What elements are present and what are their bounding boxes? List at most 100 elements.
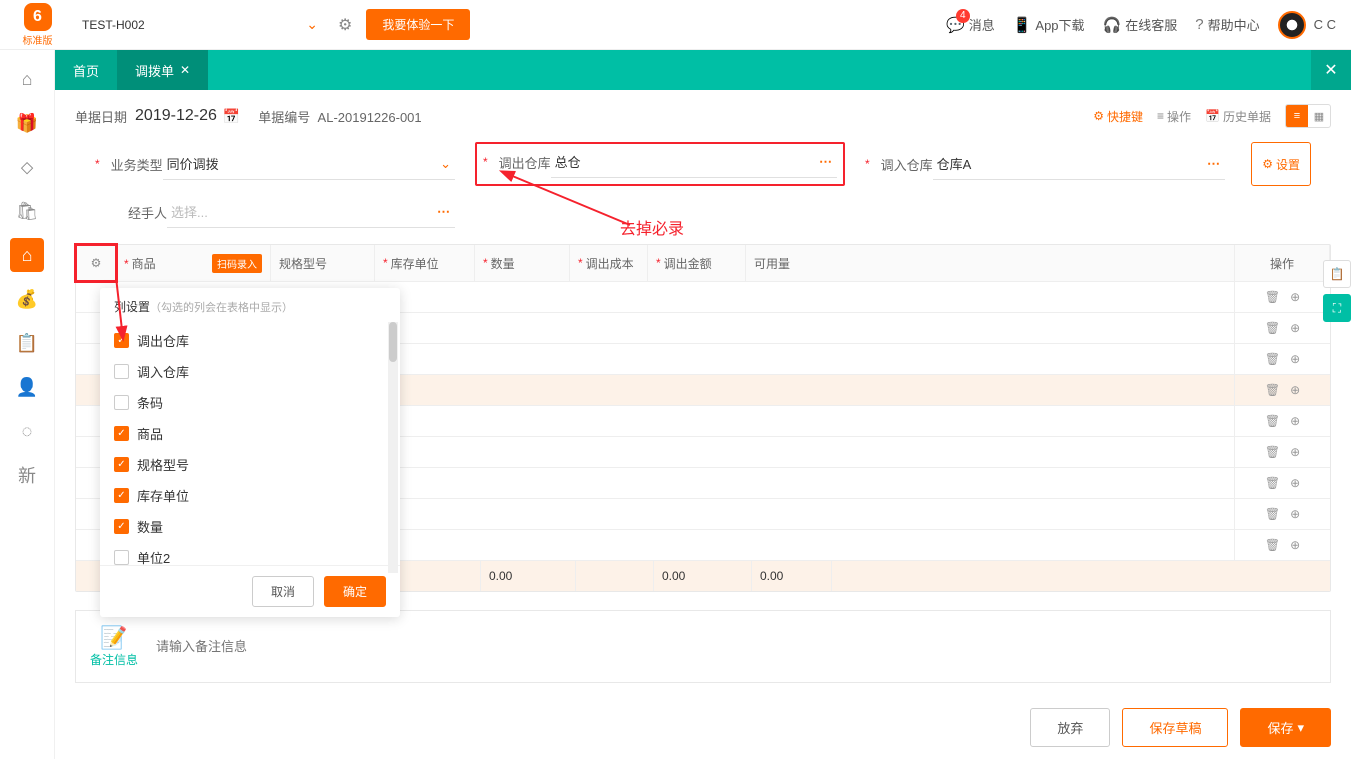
logo-subtitle: 标准版: [23, 32, 53, 47]
view-grid-icon[interactable]: ▦: [1308, 105, 1330, 127]
delete-icon[interactable]: 🗑: [1265, 321, 1280, 335]
checkbox-icon: ✓: [114, 457, 129, 472]
user-menu[interactable]: C C: [1278, 11, 1336, 39]
scan-button[interactable]: 扫码录入: [212, 254, 262, 273]
service-link[interactable]: 🎧 在线客服: [1103, 15, 1178, 34]
copy-icon[interactable]: ⊕: [1290, 414, 1300, 428]
copy-icon[interactable]: ⊕: [1290, 538, 1300, 552]
col-product[interactable]: *商品扫码录入: [116, 245, 271, 281]
date-value[interactable]: 2019-12-26: [135, 107, 217, 125]
col-option[interactable]: ✓调出仓库: [114, 325, 386, 356]
close-icon[interactable]: ✕: [180, 63, 190, 77]
delete-icon[interactable]: 🗑: [1265, 383, 1280, 397]
left-nav: ⌂ 🎁 ⬦ 🛍 ⌂ 💰 📋 👤 ◌ 新: [0, 50, 55, 759]
phone-icon: 📱: [1013, 16, 1032, 34]
remark-input[interactable]: [156, 639, 1316, 654]
more-icon[interactable]: ⋯: [437, 204, 451, 220]
delete-icon[interactable]: 🗑: [1265, 352, 1280, 366]
more-icon[interactable]: ⋯: [1207, 156, 1221, 172]
delete-icon[interactable]: 🗑: [1265, 538, 1280, 552]
history-link[interactable]: 📅 历史单据: [1205, 108, 1271, 125]
col-option[interactable]: ✓规格型号: [114, 449, 386, 480]
cancel-button[interactable]: 取消: [252, 576, 314, 607]
discard-button[interactable]: 放弃: [1030, 708, 1110, 747]
nav-bag-icon[interactable]: 🛍: [10, 194, 44, 228]
operate-link[interactable]: ≡ 操作: [1157, 108, 1191, 125]
tabs-bar: 首页 调拨单 ✕ ✕: [55, 50, 1351, 90]
gear-icon[interactable]: ⚙: [338, 15, 352, 35]
delete-icon[interactable]: 🗑: [1265, 445, 1280, 459]
ok-button[interactable]: 确定: [324, 576, 386, 607]
col-amount[interactable]: *调出金额: [648, 245, 746, 281]
grid-header: ⚙ *商品扫码录入 规格型号 *库存单位 *数量 *调出成本 *调出金额 可用量…: [76, 245, 1330, 281]
document-header: 单据日期 2019-12-26 📅 单据编号 AL-20191226-001 ⚙…: [75, 104, 1331, 128]
nav-home-icon[interactable]: ⌂: [10, 62, 44, 96]
note-icon[interactable]: 📋: [1323, 260, 1351, 288]
scrollbar[interactable]: [388, 325, 398, 565]
checkbox-icon: ✓: [114, 426, 129, 441]
nav-cycle-icon[interactable]: ◌: [10, 414, 44, 448]
help-link[interactable]: ? 帮助中心: [1195, 15, 1259, 34]
nav-price-icon[interactable]: ⬦: [10, 150, 44, 184]
field-biz-type[interactable]: * 业务类型 同价调拨⌄: [95, 142, 455, 186]
view-list-icon[interactable]: ≡: [1286, 105, 1308, 127]
column-settings-button[interactable]: ⚙: [74, 243, 118, 283]
nav-warehouse-icon[interactable]: ⌂: [10, 238, 44, 272]
copy-icon[interactable]: ⊕: [1290, 352, 1300, 366]
copy-icon[interactable]: ⊕: [1290, 507, 1300, 521]
messages-link[interactable]: 💬 消息 4: [946, 15, 995, 34]
nav-new-icon[interactable]: 新: [10, 458, 44, 492]
copy-icon[interactable]: ⊕: [1290, 445, 1300, 459]
field-out-warehouse[interactable]: * 调出仓库 总仓⋯: [475, 142, 845, 186]
col-cost[interactable]: *调出成本: [570, 245, 648, 281]
app-download-link[interactable]: 📱 App下载: [1013, 15, 1085, 34]
col-available[interactable]: 可用量: [746, 245, 1235, 281]
col-qty[interactable]: *数量: [475, 245, 570, 281]
delete-icon[interactable]: 🗑: [1265, 507, 1280, 521]
nav-contact-icon[interactable]: 👤: [10, 370, 44, 404]
expand-icon[interactable]: ⛶: [1323, 294, 1351, 322]
col-option[interactable]: 条码: [114, 387, 386, 418]
save-button[interactable]: 保存 ▾: [1240, 708, 1331, 747]
col-option[interactable]: ✓数量: [114, 511, 386, 542]
org-name: TEST-H002: [82, 18, 145, 32]
chevron-down-icon: ▾: [1297, 720, 1304, 736]
tab-home[interactable]: 首页: [55, 50, 117, 90]
shortcut-link[interactable]: ⚙ 快捷键: [1093, 108, 1143, 125]
tab-transfer-order[interactable]: 调拨单 ✕: [117, 50, 208, 90]
side-toolbar: 📋 ⛶: [1323, 260, 1351, 328]
nav-gift-icon[interactable]: 🎁: [10, 106, 44, 140]
col-spec[interactable]: 规格型号: [271, 245, 375, 281]
copy-icon[interactable]: ⊕: [1290, 476, 1300, 490]
field-in-warehouse[interactable]: * 调入仓库 仓库A⋯: [865, 142, 1225, 186]
col-ops: 操作: [1235, 245, 1330, 281]
col-option[interactable]: ✓商品: [114, 418, 386, 449]
checkbox-icon: [114, 364, 129, 379]
more-icon[interactable]: ⋯: [819, 154, 833, 170]
column-settings-popup: 列设置（勾选的列会在表格中显示） ✓调出仓库 调入仓库 条码 ✓商品 ✓规格型号…: [100, 288, 400, 617]
save-draft-button[interactable]: 保存草稿: [1122, 708, 1228, 747]
trial-button[interactable]: 我要体验一下: [366, 9, 470, 40]
popup-list[interactable]: ✓调出仓库 调入仓库 条码 ✓商品 ✓规格型号 ✓库存单位 ✓数量 单位2: [100, 325, 400, 565]
chevron-down-icon: ⌄: [440, 156, 451, 172]
copy-icon[interactable]: ⊕: [1290, 321, 1300, 335]
copy-icon[interactable]: ⊕: [1290, 290, 1300, 304]
col-option[interactable]: 调入仓库: [114, 356, 386, 387]
org-selector[interactable]: TEST-H002 ⌄: [70, 9, 330, 41]
nav-money-icon[interactable]: 💰: [10, 282, 44, 316]
annotation-text: 去掉必录: [620, 215, 684, 239]
nav-clipboard-icon[interactable]: 📋: [10, 326, 44, 360]
calendar-icon[interactable]: 📅: [223, 108, 240, 125]
col-option[interactable]: ✓库存单位: [114, 480, 386, 511]
delete-icon[interactable]: 🗑: [1265, 414, 1280, 428]
delete-icon[interactable]: 🗑: [1265, 290, 1280, 304]
col-unit[interactable]: *库存单位: [375, 245, 475, 281]
col-option[interactable]: 单位2: [114, 542, 386, 565]
tabs-close-all-icon[interactable]: ✕: [1311, 50, 1351, 90]
form-row-2: 经手人 选择...⋯: [75, 196, 1331, 228]
gear-icon: ⚙: [91, 256, 102, 270]
settings-button[interactable]: ⚙ 设置: [1251, 142, 1311, 186]
field-handler[interactable]: 经手人 选择...⋯: [95, 196, 455, 228]
delete-icon[interactable]: 🗑: [1265, 476, 1280, 490]
copy-icon[interactable]: ⊕: [1290, 383, 1300, 397]
